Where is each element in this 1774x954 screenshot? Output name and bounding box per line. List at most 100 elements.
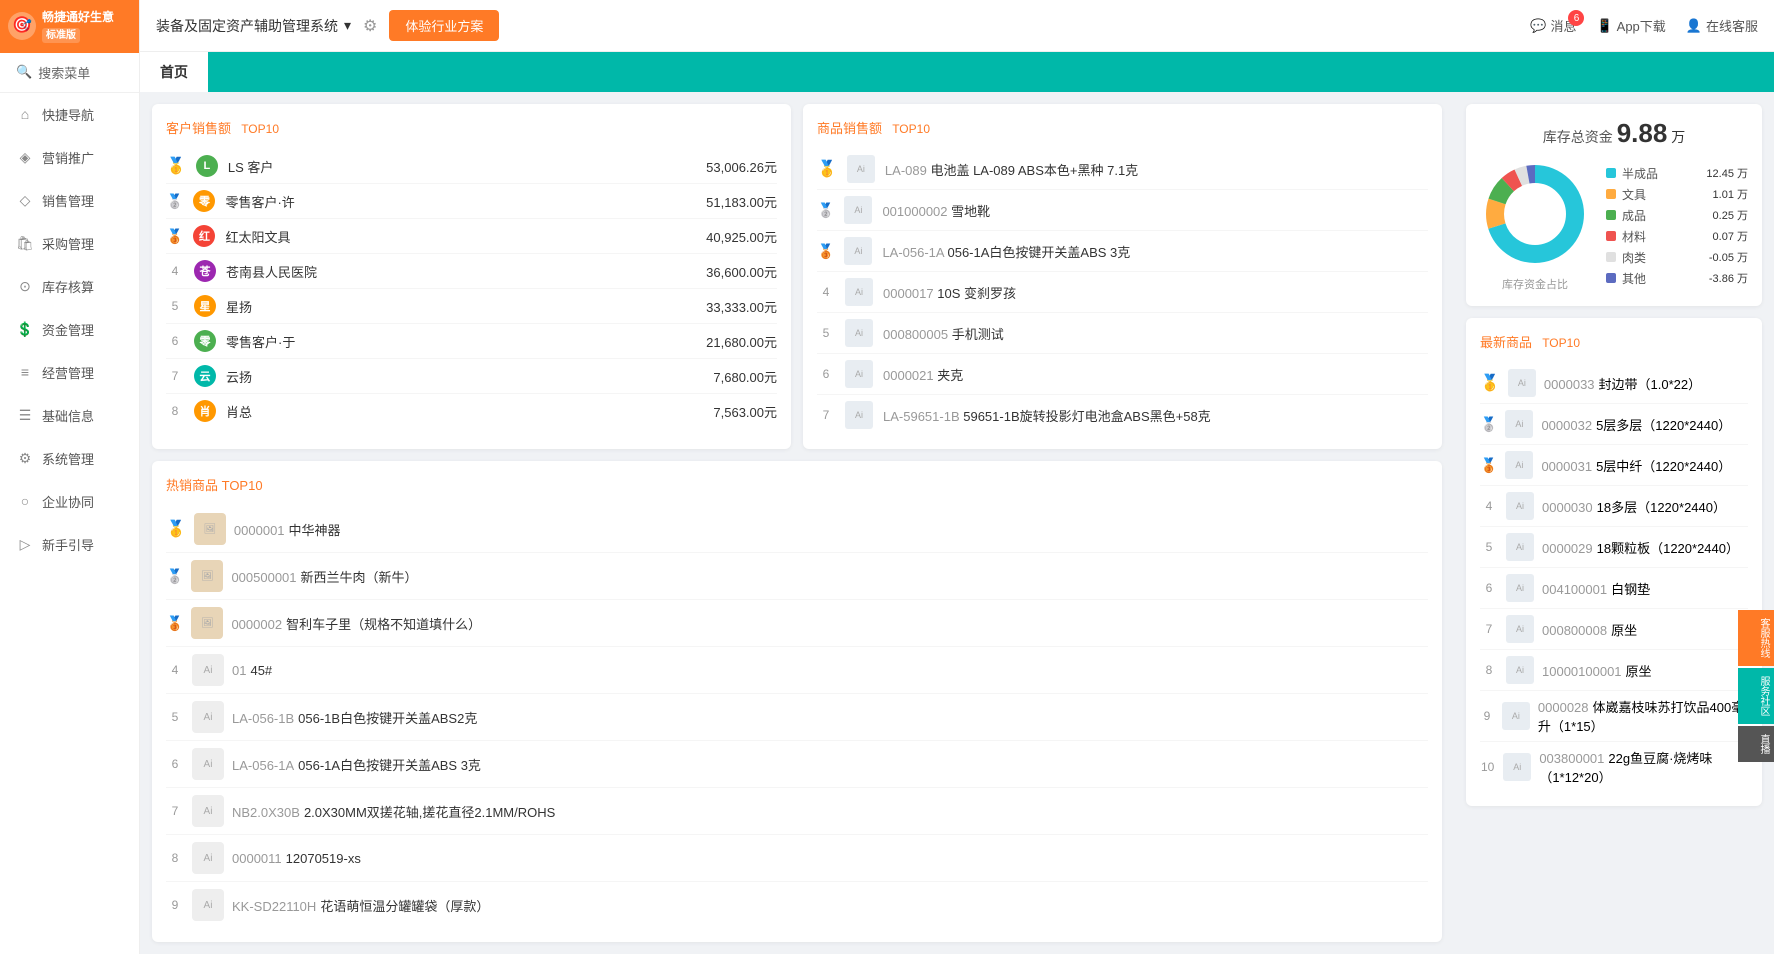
try-button[interactable]: 体验行业方案 <box>389 10 499 41</box>
latest-product-img: Ai <box>1506 615 1534 643</box>
latest-product-img: Ai <box>1505 410 1533 438</box>
sidebar-item-quick-nav[interactable]: ⌂ 快捷导航 <box>0 93 139 136</box>
legend-dot <box>1606 252 1616 262</box>
sidebar-item-system[interactable]: ⚙ 系统管理 <box>0 437 139 480</box>
hot-product-info: LA-056-1A056-1A白色按键开关盖ABS 3克 <box>232 755 481 774</box>
customer-value: 36,600.00元 <box>706 262 777 281</box>
legend-label: 半成品 <box>1622 165 1700 182</box>
customer-name: 肖总 <box>226 402 703 421</box>
customer-badge: 零 <box>194 330 216 352</box>
app-download-button[interactable]: 📱 App下载 <box>1596 16 1665 35</box>
top-sold-card: 商品销售额 TOP10 🥇 Ai LA-089 电池盖 LA-089 ABS本色… <box>803 104 1442 449</box>
sold-product-info: LA-59651-1B 59651-1B旋转投影灯电池盒ABS黑色+58克 <box>883 406 1428 425</box>
product-image: 🖼 <box>194 513 226 545</box>
rank-number: 6 <box>1480 581 1498 595</box>
hot-product-item: 8 Ai 000001112070519-xs <box>166 835 1428 882</box>
logo-area: 🎯 畅捷通好生意 标准版 <box>0 0 139 53</box>
inventory-icon: ⊙ <box>16 277 34 295</box>
rank-number: 4 <box>1480 499 1498 513</box>
latest-product-item: 🥈 Ai 00000325层多层（1220*2440） <box>1480 404 1748 445</box>
hot-products-title: 热销商品 TOP10 <box>166 475 1428 494</box>
product-image: 🖼 <box>191 607 223 639</box>
rank-number: 5 <box>1480 540 1498 554</box>
float-buttons: 客服热线 服务社区 直播 <box>1738 610 1774 762</box>
rank-number: 5 <box>166 299 184 313</box>
operations-icon: ≡ <box>16 363 34 381</box>
latest-product-item: 🥇 Ai 0000033封边带（1.0*22） <box>1480 363 1748 404</box>
latest-product-info: 000002918颗粒板（1220*2440） <box>1542 538 1739 557</box>
product-placeholder-img: Ai <box>845 278 873 306</box>
service-icon: 👤 <box>1686 18 1702 34</box>
legend-label: 文具 <box>1622 186 1707 203</box>
sold-list-item: 🥈 Ai 001000002 雪地靴 <box>817 190 1428 231</box>
product-placeholder-img: Ai <box>844 237 872 265</box>
legend-list: 半成品 12.45 万 文具 1.01 万 成品 0.25 万 材料 0.07 … <box>1606 163 1748 289</box>
sidebar-item-purchase[interactable]: 🛍 采购管理 <box>0 222 139 265</box>
legend-item: 材料 0.07 万 <box>1606 226 1748 247</box>
customer-name: 红太阳文具 <box>225 227 696 246</box>
sidebar-item-collab[interactable]: ○ 企业协同 <box>0 480 139 523</box>
sold-list-item: 7 Ai LA-59651-1B 59651-1B旋转投影灯电池盒ABS黑色+5… <box>817 395 1428 435</box>
system-selector[interactable]: 装备及固定资产辅助管理系统 ▾ <box>156 16 351 36</box>
sidebar: 🎯 畅捷通好生意 标准版 🔍 搜索菜单 ⌂ 快捷导航 ◈ 营销推广 ◇ 销售管理… <box>0 0 140 954</box>
latest-product-img: Ai <box>1502 702 1530 730</box>
sold-product-info: 0000017 10S 变刹罗孩 <box>883 283 1428 302</box>
sidebar-item-base-info[interactable]: ☰ 基础信息 <box>0 394 139 437</box>
sidebar-item-finance[interactable]: 💲 资金管理 <box>0 308 139 351</box>
chevron-down-icon: ▾ <box>344 17 351 34</box>
hot-products-card: 热销商品 TOP10 🥇 🖼 0000001中华神器 🥈 🖼 000500001… <box>152 461 1442 942</box>
customer-value: 21,680.00元 <box>706 332 777 351</box>
product-placeholder-img: Ai <box>845 319 873 347</box>
customer-list: 🥇 L LS 客户 53,006.26元 🥈 零 零售客户·许 51,183.0… <box>166 149 777 428</box>
product-placeholder: Ai <box>192 701 224 733</box>
online-service-button[interactable]: 👤 在线客服 <box>1686 16 1758 35</box>
customer-badge: 零 <box>193 190 215 212</box>
legend-label: 肉类 <box>1622 249 1703 266</box>
sidebar-item-marketing[interactable]: ◈ 营销推广 <box>0 136 139 179</box>
legend-label: 材料 <box>1622 228 1707 245</box>
float-customer-service[interactable]: 客服热线 <box>1738 610 1774 666</box>
legend-item: 成品 0.25 万 <box>1606 205 1748 226</box>
hot-products-list: 🥇 🖼 0000001中华神器 🥈 🖼 000500001新西兰牛肉（新牛） 🥉… <box>166 506 1428 928</box>
home-icon: ⌂ <box>16 105 34 123</box>
legend-dot <box>1606 189 1616 199</box>
latest-product-info: 0000028体崴嘉枝味苏打饮品400毫升（1*15） <box>1538 697 1748 735</box>
legend-item: 文具 1.01 万 <box>1606 184 1748 205</box>
customer-value: 40,925.00元 <box>706 227 777 246</box>
sidebar-item-inventory[interactable]: ⊙ 库存核算 <box>0 265 139 308</box>
sidebar-item-operations[interactable]: ≡ 经营管理 <box>0 351 139 394</box>
search-menu[interactable]: 🔍 搜索菜单 <box>0 53 139 93</box>
legend-dot <box>1606 210 1616 220</box>
tab-home[interactable]: 首页 <box>140 52 208 92</box>
content-area: 客户销售额 TOP10 🥇 L LS 客户 53,006.26元 🥈 零 零售客… <box>140 92 1774 954</box>
float-live[interactable]: 直播 <box>1738 726 1774 762</box>
hot-product-info: LA-056-1B056-1B白色按键开关盖ABS2克 <box>232 708 477 727</box>
settings-icon[interactable]: ⚙ <box>363 16 377 36</box>
hot-product-item: 🥇 🖼 0000001中华神器 <box>166 506 1428 553</box>
hot-product-item: 7 Ai NB2.0X30B2.0X30MM双搓花轴,搓花直径2.1MM/ROH… <box>166 788 1428 835</box>
guide-icon: ▷ <box>16 535 34 553</box>
product-placeholder-img: Ai <box>845 401 873 429</box>
collab-icon: ○ <box>16 492 34 510</box>
content-right: 库存总资金 9.88 万 <box>1454 92 1774 954</box>
inventory-card: 库存总资金 9.88 万 <box>1466 104 1762 306</box>
hot-product-item: 🥈 🖼 000500001新西兰牛肉（新牛） <box>166 553 1428 600</box>
medal-bronze-icon: 🥉 <box>1480 457 1497 474</box>
message-button[interactable]: 💬 消息 6 <box>1530 16 1576 35</box>
float-service-community[interactable]: 服务社区 <box>1738 668 1774 724</box>
latest-product-img: Ai <box>1506 492 1534 520</box>
top-customers-title: 客户销售额 TOP10 <box>166 118 777 137</box>
latest-product-info: 00000325层多层（1220*2440） <box>1541 415 1731 434</box>
latest-product-item: 10 Ai 00380000122g鱼豆腐·烧烤味（1*12*20） <box>1480 742 1748 792</box>
customer-value: 7,680.00元 <box>713 367 777 386</box>
inventory-total: 库存总资金 9.88 万 <box>1480 118 1748 149</box>
product-placeholder-img: Ai <box>847 155 875 183</box>
top-sold-title: 商品销售额 TOP10 <box>817 118 1428 137</box>
sidebar-item-guide[interactable]: ▷ 新手引导 <box>0 523 139 566</box>
product-placeholder: Ai <box>192 795 224 827</box>
header-right: 💬 消息 6 📱 App下载 👤 在线客服 <box>1530 16 1758 35</box>
product-placeholder-img: Ai <box>845 360 873 388</box>
legend-value: 1.01 万 <box>1713 186 1748 202</box>
sidebar-item-sales[interactable]: ◇ 销售管理 <box>0 179 139 222</box>
search-icon: 🔍 <box>16 64 32 80</box>
